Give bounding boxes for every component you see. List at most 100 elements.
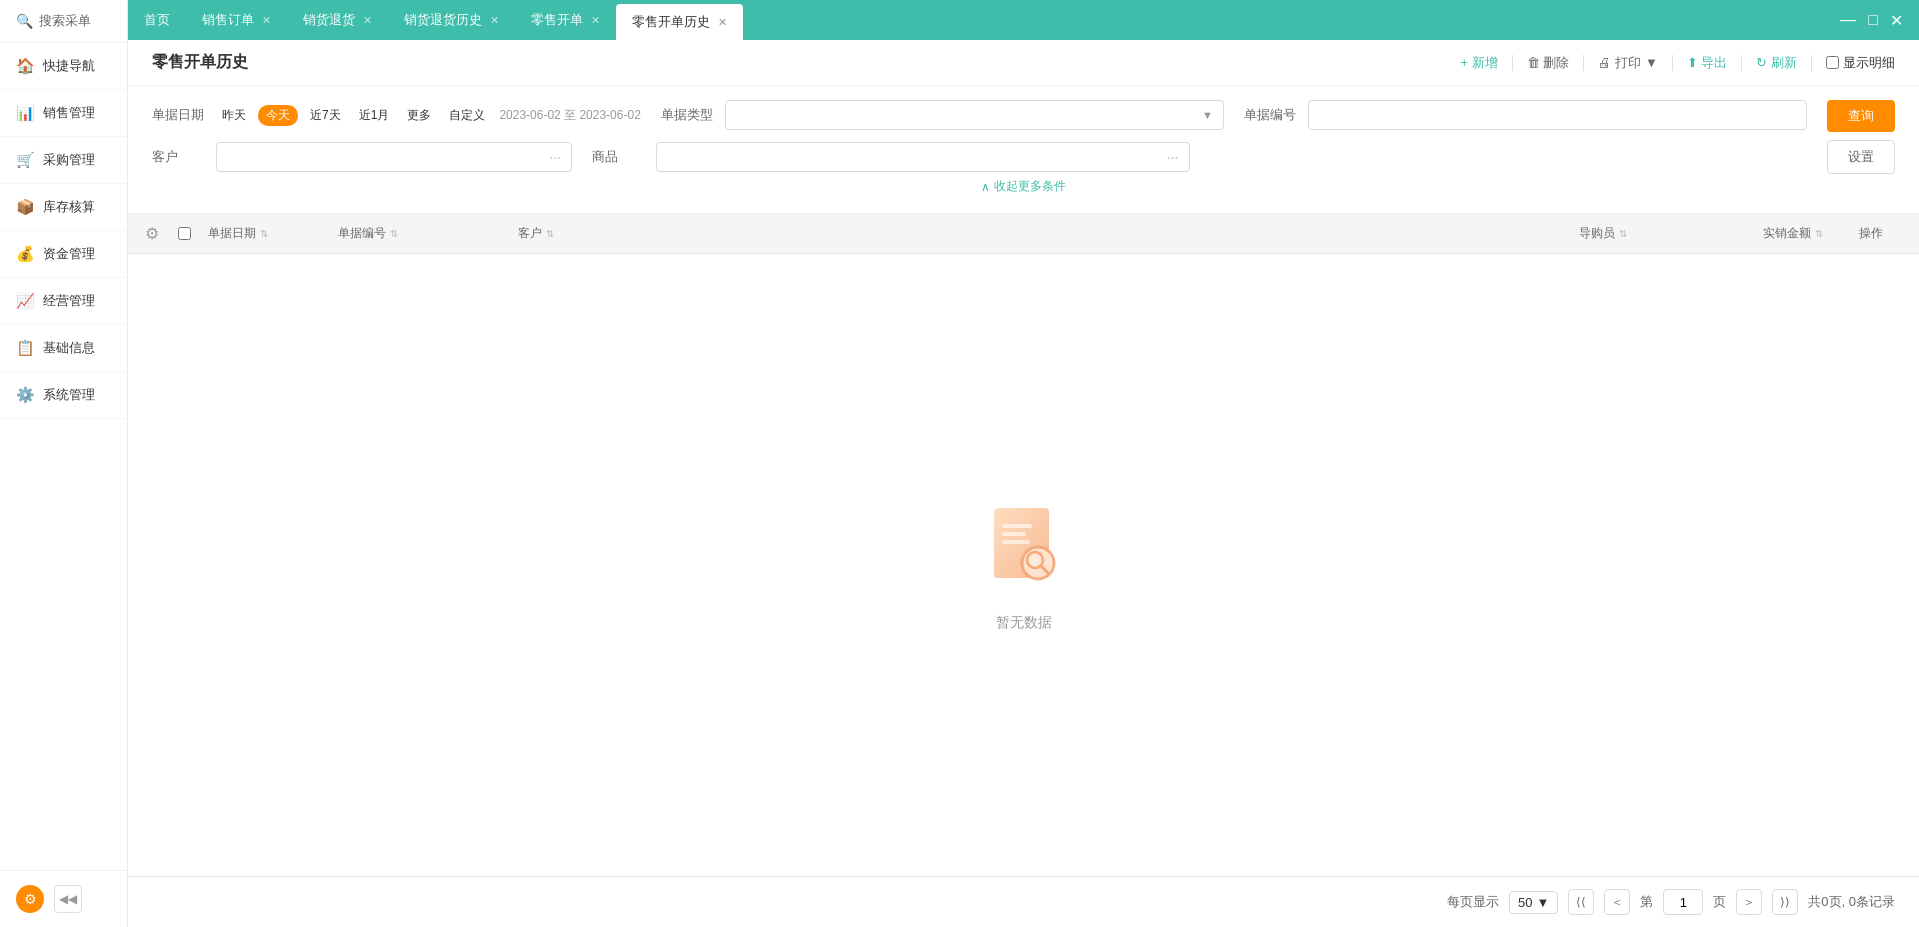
empty-state: 暂无数据 [128, 254, 1919, 876]
table-settings-icon[interactable]: ⚙ [136, 224, 168, 243]
delete-button[interactable]: 🗑 删除 [1527, 54, 1570, 72]
svg-rect-2 [1002, 532, 1026, 536]
next-page-button[interactable]: ＞ [1736, 889, 1762, 915]
sidebar-item-label: 采购管理 [43, 151, 95, 169]
main-area: 首页 销售订单 ✕ 销货退货 ✕ 销货退货历史 ✕ 零售开单 ✕ 零售开单历史 … [128, 0, 1919, 927]
page-unit: 页 [1713, 893, 1726, 911]
tab-sales-order[interactable]: 销售订单 ✕ [186, 0, 287, 40]
page-number-input[interactable] [1663, 889, 1703, 915]
sort-guide-icon: ⇅ [1619, 228, 1627, 239]
chevron-up-icon: ∧ [981, 180, 990, 194]
tab-sales-order-label: 销售订单 [202, 11, 254, 29]
filter-area: 单据日期 昨天 今天 近7天 近1月 更多 自定义 2023-06-02 至 2… [128, 86, 1919, 214]
tab-home[interactable]: 首页 [128, 0, 186, 40]
sidebar-item-label: 销售管理 [43, 104, 95, 122]
customer-filter-dots-icon[interactable]: ··· [549, 149, 561, 165]
sidebar-footer: ⚙ ◀◀ [0, 870, 127, 927]
sidebar-search[interactable]: 🔍 搜索采单 [0, 0, 127, 43]
no-filter-input[interactable] [1308, 100, 1807, 130]
sidebar-item-label: 基础信息 [43, 339, 95, 357]
print-label: 🖨 打印 [1598, 54, 1641, 72]
export-button[interactable]: ⬆ 导出 [1687, 54, 1728, 72]
tab-retail-open-close[interactable]: ✕ [591, 14, 600, 27]
prev-page-button[interactable]: ＜ [1604, 889, 1630, 915]
date-btn-1month[interactable]: 近1月 [353, 105, 396, 126]
th-no[interactable]: 单据编号 ⇅ [330, 225, 510, 242]
sidebar-item-basic-info[interactable]: 📋 基础信息 [0, 325, 127, 372]
th-customer[interactable]: 客户 ⇅ [510, 225, 1571, 242]
th-guide[interactable]: 导购员 ⇅ [1571, 225, 1711, 242]
table-area: ⚙ 单据日期 ⇅ 单据编号 ⇅ 客户 ⇅ 导购员 ⇅ 实销金额 ⇅ [128, 214, 1919, 876]
tab-retail-open[interactable]: 零售开单 ✕ [515, 0, 616, 40]
separator3 [1672, 55, 1673, 71]
date-btn-today[interactable]: 今天 [258, 105, 298, 126]
tab-sales-order-close[interactable]: ✕ [262, 14, 271, 27]
setting-button[interactable]: 设置 [1827, 140, 1895, 174]
sidebar-item-sales-mgmt[interactable]: 📊 销售管理 [0, 90, 127, 137]
last-page-button[interactable]: ⟩⟩ [1772, 889, 1798, 915]
empty-illustration [974, 498, 1074, 598]
th-guide-label: 导购员 [1579, 225, 1615, 242]
tab-sales-return-history-close[interactable]: ✕ [490, 14, 499, 27]
settings-button[interactable]: ⚙ [16, 885, 44, 913]
tab-sales-return-close[interactable]: ✕ [363, 14, 372, 27]
collapse-more-button[interactable]: ∧ 收起更多条件 [152, 174, 1895, 199]
date-btn-7days[interactable]: 近7天 [304, 105, 347, 126]
table-select-all[interactable] [168, 227, 200, 240]
add-label: + 新增 [1460, 54, 1497, 72]
separator1 [1512, 55, 1513, 71]
select-all-checkbox[interactable] [178, 227, 191, 240]
sidebar-item-label: 库存核算 [43, 198, 95, 216]
page-size-select[interactable]: 50 ▼ [1509, 891, 1558, 914]
maximize-button[interactable]: □ [1868, 11, 1878, 29]
sidebar-item-system[interactable]: ⚙️ 系统管理 [0, 372, 127, 419]
sidebar-item-purchase-mgmt[interactable]: 🛒 采购管理 [0, 137, 127, 184]
th-amount[interactable]: 实销金额 ⇅ [1711, 225, 1831, 242]
customer-filter-label: 客户 [152, 148, 208, 166]
display-detail-checkbox[interactable] [1826, 56, 1839, 69]
display-detail-toggle[interactable]: 显示明细 [1826, 54, 1895, 72]
sidebar-item-operations[interactable]: 📈 经营管理 [0, 278, 127, 325]
tab-sales-return-label: 销货退货 [303, 11, 355, 29]
sidebar-collapse-button[interactable]: ◀◀ [54, 885, 82, 913]
sidebar-item-inventory[interactable]: 📦 库存核算 [0, 184, 127, 231]
tab-retail-open-history-close[interactable]: ✕ [718, 16, 727, 29]
type-filter-select[interactable]: ▼ [725, 100, 1224, 130]
tab-sales-return-history-label: 销货退货历史 [404, 11, 482, 29]
type-filter-label: 单据类型 [661, 106, 717, 124]
sort-customer-icon: ⇅ [546, 228, 554, 239]
operations-icon: 📈 [16, 292, 35, 310]
query-button[interactable]: 查询 [1827, 100, 1895, 132]
refresh-button[interactable]: ↻ 刷新 [1756, 54, 1797, 72]
sort-amount-icon: ⇅ [1815, 228, 1823, 239]
sidebar-item-finance[interactable]: 💰 资金管理 [0, 231, 127, 278]
basic-info-icon: 📋 [16, 339, 35, 357]
sidebar-item-label: 系统管理 [43, 386, 95, 404]
date-range-display: 2023-06-02 至 2023-06-02 [499, 107, 640, 124]
tab-retail-open-history[interactable]: 零售开单历史 ✕ [616, 4, 743, 40]
add-button[interactable]: + 新增 [1460, 54, 1497, 72]
tab-sales-return-history[interactable]: 销货退货历史 ✕ [388, 0, 515, 40]
tab-sales-return[interactable]: 销货退货 ✕ [287, 0, 388, 40]
th-action: 操作 [1831, 225, 1911, 242]
page-size-label: 每页显示 [1447, 893, 1499, 911]
product-filter-dots-icon[interactable]: ··· [1167, 149, 1179, 165]
product-filter-input[interactable]: ··· [656, 142, 1190, 172]
date-btn-more[interactable]: 更多 [401, 105, 437, 126]
minimize-button[interactable]: — [1840, 11, 1856, 29]
print-button[interactable]: 🖨 打印 ▼ [1598, 54, 1658, 72]
first-page-button[interactable]: ⟨⟨ [1568, 889, 1594, 915]
separator5 [1811, 55, 1812, 71]
sidebar-item-quick-nav[interactable]: 🏠 快捷导航 [0, 43, 127, 90]
date-options: 昨天 今天 近7天 近1月 更多 自定义 [216, 105, 491, 126]
sort-date-icon: ⇅ [260, 228, 268, 239]
close-button[interactable]: ✕ [1890, 11, 1903, 30]
search-icon: 🔍 [16, 13, 33, 29]
empty-text: 暂无数据 [996, 614, 1052, 632]
th-date[interactable]: 单据日期 ⇅ [200, 225, 330, 242]
th-customer-label: 客户 [518, 225, 542, 242]
th-no-label: 单据编号 [338, 225, 386, 242]
date-btn-custom[interactable]: 自定义 [443, 105, 491, 126]
date-btn-yesterday[interactable]: 昨天 [216, 105, 252, 126]
customer-filter-input[interactable]: ··· [216, 142, 572, 172]
